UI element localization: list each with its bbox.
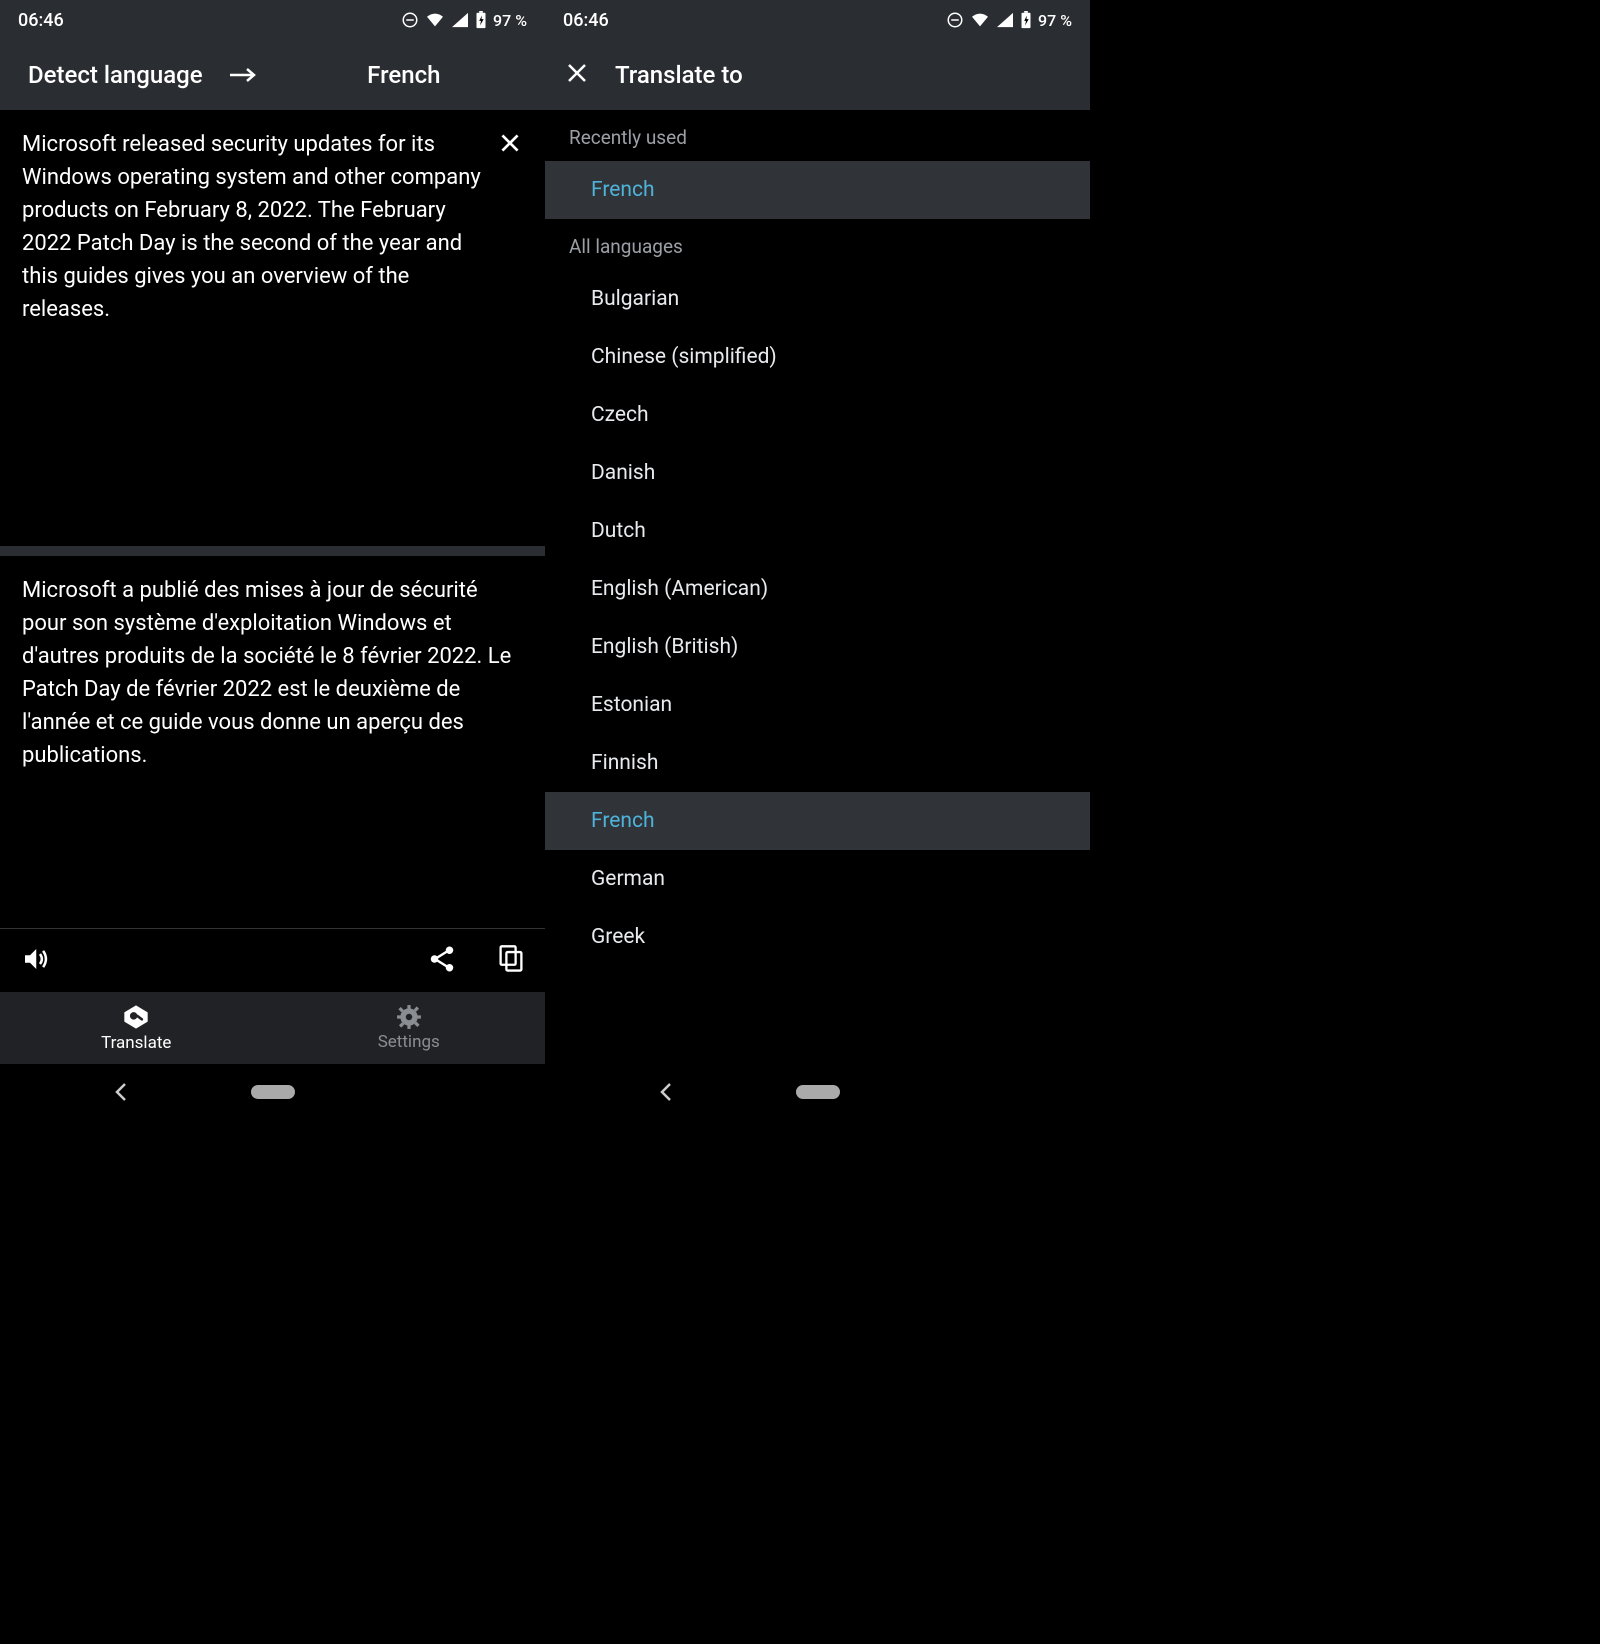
status-time: 06:46 [18,10,64,31]
language-option[interactable]: English (American) [545,560,1090,618]
speak-button[interactable] [20,944,50,978]
tab-translate[interactable]: Translate [0,992,273,1064]
chevron-left-icon [656,1080,676,1104]
translation-text: Microsoft a publié des mises à jour de s… [22,578,511,768]
status-bar: 06:46 97 % [545,0,1090,40]
language-option[interactable]: Bulgarian [545,270,1090,328]
translate-icon [122,1003,150,1031]
nav-bar [545,1064,1090,1120]
tab-settings-label: Settings [378,1032,440,1052]
nav-home-pill[interactable] [796,1085,840,1099]
language-option[interactable]: Finnish [545,734,1090,792]
section-recent: Recently used [545,110,1090,161]
copy-icon [497,944,525,974]
status-icons: 97 % [946,11,1072,30]
battery-icon [1020,11,1032,29]
section-all: All languages [545,219,1090,270]
source-language-button[interactable]: Detect language [20,61,203,89]
status-icons: 97 % [401,11,527,30]
language-option[interactable]: Chinese (simplified) [545,328,1090,386]
translation-text-area: Microsoft a publié des mises à jour de s… [0,556,545,928]
tab-settings[interactable]: Settings [273,992,546,1064]
share-icon [427,944,457,974]
battery-percent: 97 % [1038,11,1072,30]
share-button[interactable] [427,944,457,978]
source-text-area[interactable]: Microsoft released security updates for … [0,110,545,546]
battery-icon [475,11,487,29]
battery-percent: 97 % [493,11,527,30]
language-option[interactable]: German [545,850,1090,908]
gear-icon [396,1004,422,1030]
close-icon [565,61,589,85]
language-option[interactable]: Estonian [545,676,1090,734]
copy-button[interactable] [497,944,525,978]
status-bar: 06:46 97 % [0,0,545,40]
header-title: Translate to [615,61,743,89]
language-header: Detect language French [0,40,545,110]
dnd-icon [401,11,419,29]
bottom-tabs: Translate Settings [0,992,545,1064]
source-text: Microsoft released security updates for … [22,132,481,322]
translation-actions [0,928,545,992]
close-icon [497,130,523,156]
dnd-icon [946,11,964,29]
language-option[interactable]: Czech [545,386,1090,444]
language-option[interactable]: Dutch [545,502,1090,560]
nav-back-button[interactable] [656,1080,676,1104]
language-option[interactable]: English (British) [545,618,1090,676]
signal-icon [451,12,469,28]
translate-to-header: Translate to [545,40,1090,110]
language-option[interactable]: Danish [545,444,1090,502]
signal-icon [996,12,1014,28]
status-time: 06:46 [563,10,609,31]
arrow-right-icon[interactable] [228,66,258,84]
close-button[interactable] [565,61,589,90]
language-list[interactable]: Recently used French All languages Bulga… [545,110,1090,1064]
wifi-icon [425,12,445,28]
speaker-icon [20,944,50,974]
nav-bar [0,1064,545,1120]
nav-home-pill[interactable] [251,1085,295,1099]
language-option[interactable]: French [545,792,1090,850]
wifi-icon [970,12,990,28]
language-option[interactable]: Greek [545,908,1090,966]
target-language-button[interactable]: French [283,61,525,89]
nav-back-button[interactable] [111,1080,131,1104]
chevron-left-icon [111,1080,131,1104]
clear-button[interactable] [497,130,523,162]
divider [0,546,545,556]
tab-translate-label: Translate [101,1033,171,1053]
language-option[interactable]: French [545,161,1090,219]
